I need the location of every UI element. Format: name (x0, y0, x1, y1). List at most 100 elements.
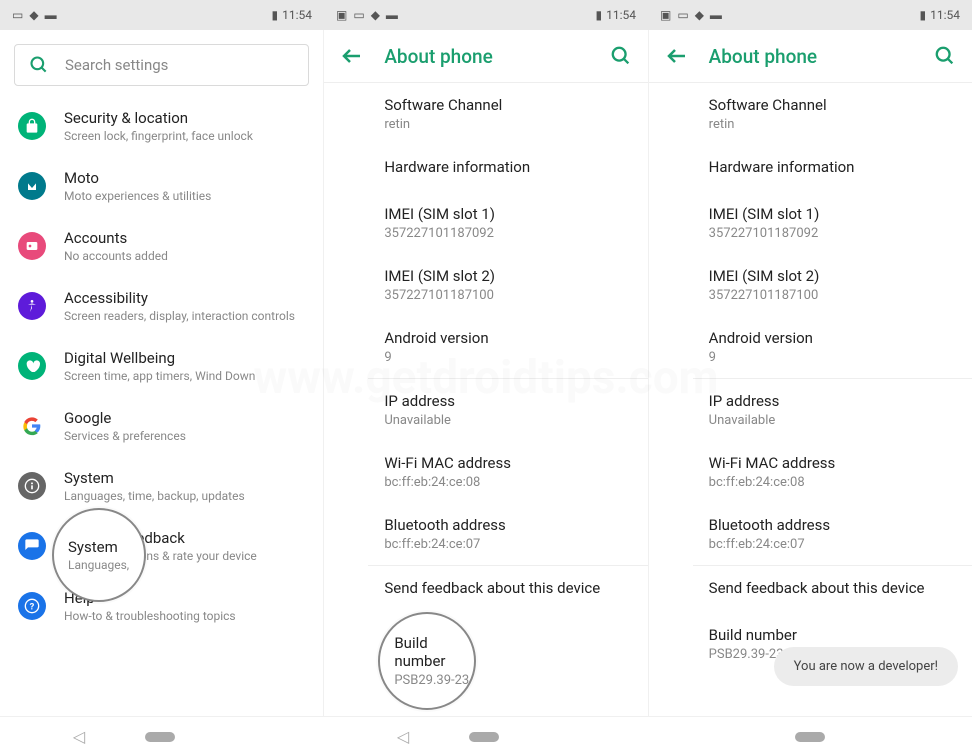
about-title: IMEI (SIM slot 2) (709, 267, 956, 285)
setting-item-rating-feedback[interactable]: Rating & feedback Send suggestions & rat… (0, 516, 323, 576)
setting-sub: Screen readers, display, interaction con… (64, 309, 305, 323)
about-item-software-channel[interactable]: Software Channel retin (709, 83, 956, 145)
about-title: Wi-Fi MAC address (709, 454, 956, 472)
setting-item-digital-wellbeing[interactable]: Digital Wellbeing Screen time, app timer… (0, 336, 323, 396)
card-icon: ▭ (353, 8, 364, 22)
info-icon (18, 472, 46, 500)
about-value: bc:ff:eb:24:ce:07 (384, 537, 631, 552)
nav-home-button[interactable] (145, 732, 175, 742)
about-value: 357227101187092 (709, 226, 956, 241)
setting-title: Moto (64, 169, 305, 187)
account-icon (18, 232, 46, 260)
setting-title: Accounts (64, 229, 305, 247)
nav-home-button[interactable] (469, 732, 499, 742)
about-title: Android version (709, 329, 956, 347)
about-item-imei-sim-slot-1-[interactable]: IMEI (SIM slot 1) 357227101187092 (384, 192, 631, 254)
help-icon: ? (18, 592, 46, 620)
about-panel-2: About phone Software Channel retin Hardw… (649, 30, 972, 716)
about-item-wi-fi-mac-address[interactable]: Wi-Fi MAC address bc:ff:eb:24:ce:08 (384, 441, 631, 503)
about-title: Bluetooth address (709, 516, 956, 534)
about-panel-1: About phone Software Channel retin Hardw… (324, 30, 648, 716)
setting-sub: Services & preferences (64, 429, 305, 443)
settings-panel: Search settings Security & location Scre… (0, 30, 324, 716)
highlight-sub: Languages, (68, 558, 144, 572)
about-item-software-channel[interactable]: Software Channel retin (384, 83, 631, 145)
setting-sub: How-to & troubleshooting topics (64, 609, 305, 623)
about-title: Android version (384, 329, 631, 347)
setting-item-accounts[interactable]: Accounts No accounts added (0, 216, 323, 276)
setting-sub: Languages, time, backup, updates (64, 489, 305, 503)
shield-icon: ◆ (371, 8, 380, 22)
about-title: Hardware information (384, 158, 631, 176)
about-item-android-version[interactable]: Android version 9 (384, 316, 631, 378)
about-item-send-feedback-about-this-device[interactable]: Send feedback about this device (384, 566, 631, 613)
about-value: 357227101187100 (384, 288, 631, 303)
about-value: Unavailable (384, 413, 631, 428)
about-item-hardware-information[interactable]: Hardware information (384, 145, 631, 192)
about-title: IMEI (SIM slot 1) (384, 205, 631, 223)
about-title: Build number (709, 626, 956, 644)
about-title: Wi-Fi MAC address (384, 454, 631, 472)
message-icon: ▬ (45, 8, 57, 22)
rating-icon (18, 532, 46, 560)
developer-toast: You are now a developer! (774, 647, 958, 686)
setting-item-google[interactable]: Google Services & preferences (0, 396, 323, 456)
shield-icon: ◆ (695, 8, 704, 22)
about-item-android-version[interactable]: Android version 9 (709, 316, 956, 378)
setting-title: Security & location (64, 109, 305, 127)
setting-title: System (64, 469, 305, 487)
setting-item-moto[interactable]: Moto Moto experiences & utilities (0, 156, 323, 216)
search-button[interactable] (934, 45, 956, 67)
navigation-bar: ◁ ◁ (0, 716, 972, 756)
about-item-imei-sim-slot-2-[interactable]: IMEI (SIM slot 2) 357227101187100 (384, 254, 631, 316)
about-item-imei-sim-slot-2-[interactable]: IMEI (SIM slot 2) 357227101187100 (709, 254, 956, 316)
search-button[interactable] (610, 45, 632, 67)
about-title: IMEI (SIM slot 1) (709, 205, 956, 223)
setting-sub: Screen time, app timers, Wind Down (64, 369, 305, 383)
highlight-value: PSB29.39-23 (394, 673, 474, 688)
about-item-bluetooth-address[interactable]: Bluetooth address bc:ff:eb:24:ce:07 (384, 503, 631, 565)
image-icon: ▣ (660, 8, 671, 22)
about-item-send-feedback-about-this-device[interactable]: Send feedback about this device (709, 566, 956, 613)
setting-sub: Moto experiences & utilities (64, 189, 305, 203)
about-item-ip-address[interactable]: IP address Unavailable (709, 379, 956, 441)
nav-home-button[interactable] (795, 732, 825, 742)
about-item-imei-sim-slot-1-[interactable]: IMEI (SIM slot 1) 357227101187092 (709, 192, 956, 254)
wellbeing-icon (18, 352, 46, 380)
about-item-hardware-information[interactable]: Hardware information (709, 145, 956, 192)
setting-item-system[interactable]: System Languages, time, backup, updates (0, 456, 323, 516)
highlight-title: System (68, 538, 144, 556)
about-value: retin (384, 117, 631, 132)
search-placeholder: Search settings (65, 56, 168, 74)
clock-text: 11:54 (930, 8, 960, 22)
system-highlight-circle: System Languages, (52, 508, 146, 602)
setting-title: Digital Wellbeing (64, 349, 305, 367)
moto-icon (18, 172, 46, 200)
message-icon: ▬ (710, 8, 722, 22)
about-title: Send feedback about this device (384, 579, 631, 597)
nav-back-button[interactable]: ◁ (397, 727, 409, 746)
setting-item-security-location[interactable]: Security & location Screen lock, fingerp… (0, 96, 323, 156)
setting-item-accessibility[interactable]: Accessibility Screen readers, display, i… (0, 276, 323, 336)
back-button[interactable] (665, 44, 689, 68)
about-value: Unavailable (709, 413, 956, 428)
about-item-wi-fi-mac-address[interactable]: Wi-Fi MAC address bc:ff:eb:24:ce:08 (709, 441, 956, 503)
about-value: 357227101187092 (384, 226, 631, 241)
page-title: About phone (384, 45, 589, 68)
battery-icon: ▮ (920, 8, 927, 22)
back-button[interactable] (340, 44, 364, 68)
about-title: Send feedback about this device (709, 579, 956, 597)
status-bars: ▭ ◆ ▬ ▮ 11:54 ▣ ▭ ◆ ▬ ▮ 11:54 ▣ ▭ ◆ ▬ ▮ … (0, 0, 972, 30)
accessibility-icon (18, 292, 46, 320)
about-title: IP address (709, 392, 956, 410)
nav-back-button[interactable]: ◁ (73, 727, 85, 746)
google-icon (18, 412, 46, 440)
about-item-ip-address[interactable]: IP address Unavailable (384, 379, 631, 441)
setting-item-help[interactable]: ? Help How-to & troubleshooting topics (0, 576, 323, 636)
clock-text: 11:54 (606, 8, 636, 22)
about-item-bluetooth-address[interactable]: Bluetooth address bc:ff:eb:24:ce:07 (709, 503, 956, 565)
about-title: Software Channel (384, 96, 631, 114)
clock-text: 11:54 (282, 8, 312, 22)
about-title: Hardware information (709, 158, 956, 176)
search-input[interactable]: Search settings (14, 44, 309, 86)
